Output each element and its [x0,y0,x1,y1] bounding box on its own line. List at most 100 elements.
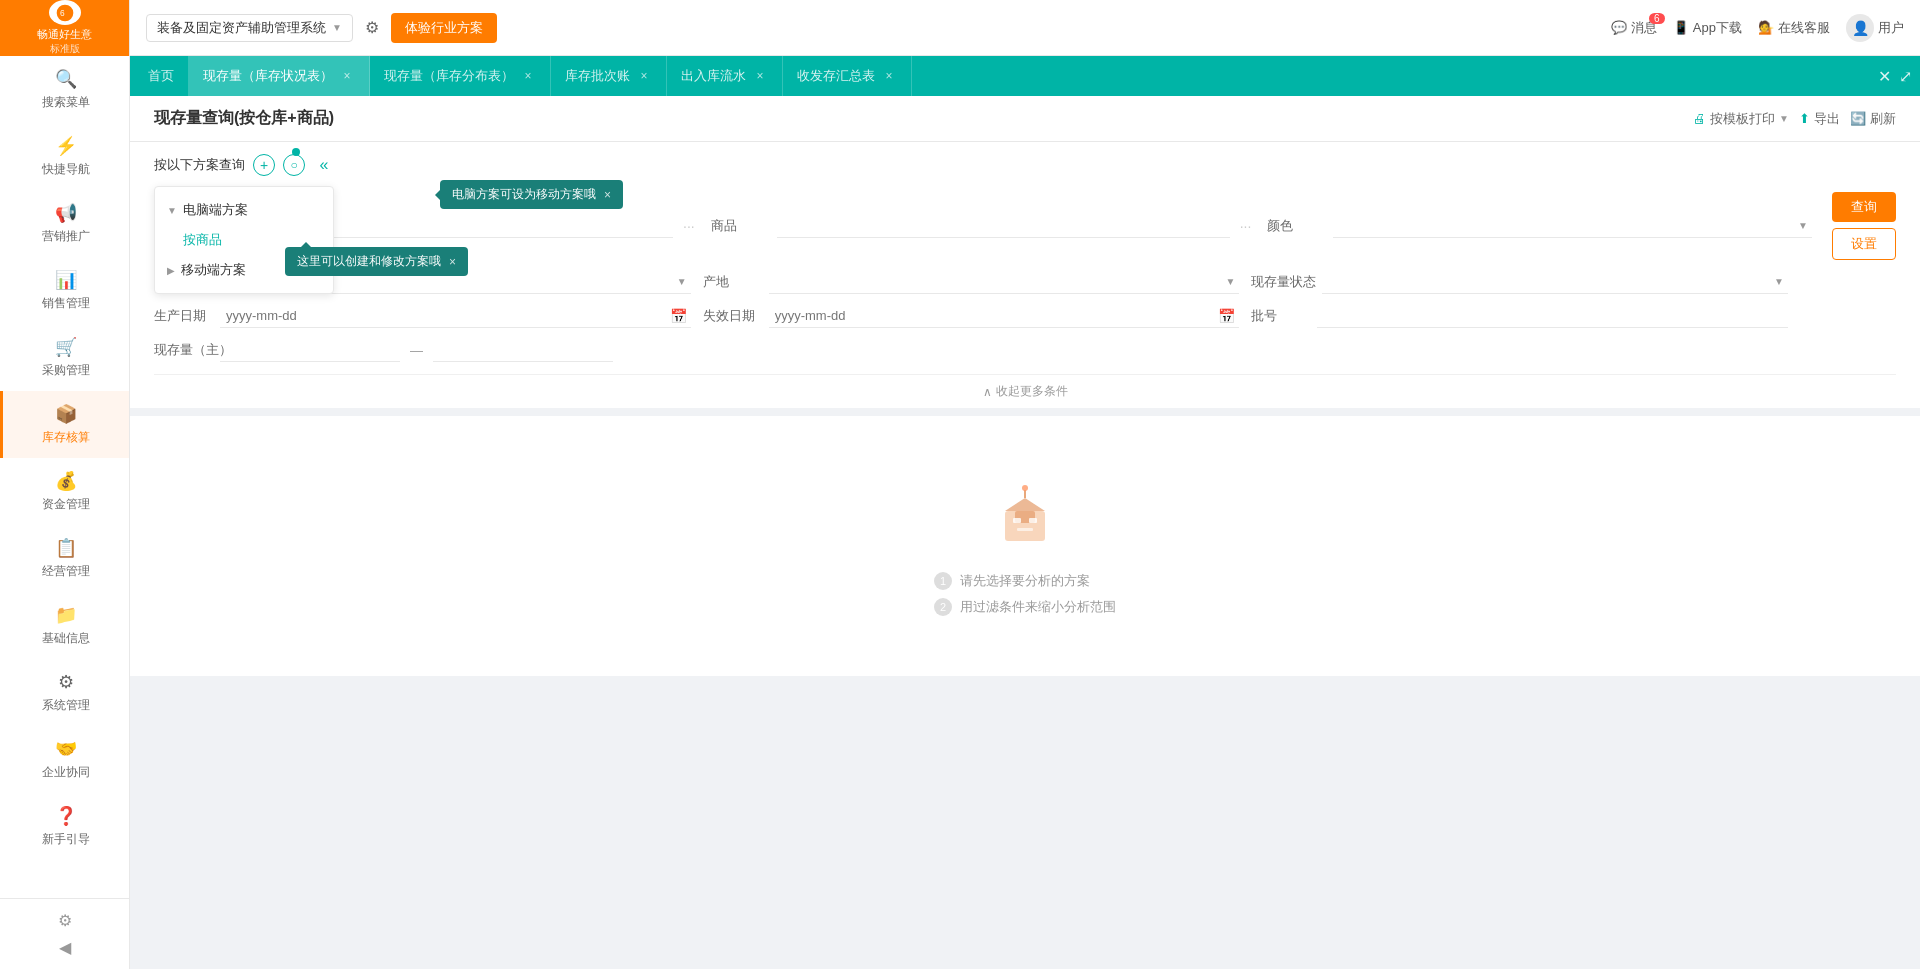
filter-back-btn[interactable]: « [313,154,335,176]
search-btn[interactable]: 查询 [1832,192,1896,222]
stock-status-label: 现存量状态 [1251,273,1316,291]
guide-icon: ❓ [55,805,77,827]
tab-inventory-distribution-label: 现存量（库存分布表） [384,67,514,85]
fullscreen-icon[interactable]: ⤢ [1899,67,1912,86]
header-settings-btn[interactable]: ⚙ [365,18,379,37]
color-select[interactable] [1333,214,1812,237]
filter-field-color: 颜色 ▼ [1267,214,1812,238]
refresh-btn[interactable]: 🔄 刷新 [1850,110,1896,128]
scheme-tooltip-text: 电脑方案可设为移动方案哦 [452,186,596,203]
batch-no-input[interactable] [1317,304,1788,328]
origin-select[interactable] [769,270,1240,293]
logo-icon: 6 [49,0,81,25]
filter-field-origin: 产地 ▼ [703,270,1240,294]
online-service-icon: 💁 [1758,20,1774,35]
warehouse-dots-icon[interactable]: ··· [679,218,699,234]
sidebar-collapse-btn[interactable]: ◀ [59,938,71,957]
scheme-tooltip-close-icon[interactable]: × [604,188,611,202]
svg-text:6: 6 [60,8,65,18]
sidebar-item-purchase[interactable]: 🛒 采购管理 [0,324,129,391]
sidebar-item-asset[interactable]: 💰 资金管理 [0,458,129,525]
filter-row-3: 生产日期 📅 失效日期 📅 批号 [154,304,1896,328]
tab-inventory-distribution-close-icon[interactable]: × [520,68,536,84]
user-avatar: 👤 [1846,14,1874,42]
sidebar-item-basic-label: 基础信息 [42,630,90,647]
sidebar-item-sales[interactable]: 📊 销售管理 [0,257,129,324]
sidebar-item-system[interactable]: ⚙ 系统管理 [0,659,129,726]
stock-qty-separator: — [406,343,427,358]
product-input[interactable] [777,214,1230,238]
tab-batch-account[interactable]: 库存批次账 × [551,56,667,96]
asset-icon: 💰 [55,470,77,492]
message-btn[interactable]: 💬 消息 6 [1611,19,1657,37]
product-dots-icon[interactable]: ··· [1236,218,1256,234]
color-label: 颜色 [1267,217,1327,235]
filter-add-btn[interactable]: + [253,154,275,176]
search-btn-group: 查询 设置 [1832,192,1896,260]
empty-steps: 1 请先选择要分析的方案 2 用过滤条件来缩小分析范围 [934,572,1116,616]
tab-home[interactable]: 首页 [138,56,189,96]
collapse-bar[interactable]: ∧ 收起更多条件 [154,374,1896,408]
production-date-start-cal-icon[interactable]: 📅 [670,308,687,324]
tabs-actions: ✕ ⤢ [1878,67,1912,86]
tab-receive-summary[interactable]: 收发存汇总表 × [783,56,912,96]
filter-edit-btn[interactable]: ○ [283,154,305,176]
sidebar-item-inventory[interactable]: 📦 库存核算 [0,391,129,458]
edit-tooltip-text: 这里可以创建和修改方案哦 [297,253,441,270]
marketing-icon: 📢 [55,202,77,224]
edit-tooltip-close-icon[interactable]: × [449,255,456,269]
tab-inventory-status[interactable]: 现存量（库存状况表） × [189,56,370,96]
sidebar-settings-btn[interactable]: ⚙ [58,911,72,930]
add-icon: + [260,157,268,173]
expiry-date-start-input[interactable] [769,304,1240,327]
close-all-tabs-icon[interactable]: ✕ [1878,67,1891,86]
production-date-start-input[interactable] [220,304,691,327]
basic-icon: 📁 [55,604,77,626]
footer-settings-icon: ⚙ [58,911,72,930]
app-selector[interactable]: 装备及固定资产辅助管理系统 ▼ [146,14,353,42]
sidebar-item-guide[interactable]: ❓ 新手引导 [0,793,129,860]
tab-receive-summary-close-icon[interactable]: × [881,68,897,84]
tab-batch-account-close-icon[interactable]: × [636,68,652,84]
settings-gear-icon: ⚙ [365,19,379,36]
template-print-label: 按模板打印 [1710,110,1775,128]
sidebar-footer: ⚙ ◀ [0,898,129,969]
expiry-date-start-cal-icon[interactable]: 📅 [1218,308,1235,324]
avatar-icon: 👤 [1852,20,1869,36]
sidebar-item-quick-nav[interactable]: ⚡ 快捷导航 [0,123,129,190]
experience-btn[interactable]: 体验行业方案 [391,13,497,43]
reset-btn[interactable]: 设置 [1832,228,1896,260]
empty-state: 1 请先选择要分析的方案 2 用过滤条件来缩小分析范围 [130,416,1920,676]
filter-field-product: 商品 ··· [711,214,1256,238]
tab-in-out-flow[interactable]: 出入库流水 × [667,56,783,96]
sidebar-nav: 🔍 搜索菜单 ⚡ 快捷导航 📢 营销推广 📊 销售管理 🛒 采购管理 📦 库存核… [0,56,129,898]
tab-inventory-distribution[interactable]: 现存量（库存分布表） × [370,56,551,96]
filter-area: 按以下方案查询 + ○ « 电脑方案可设为移动方案哦 × [130,142,1920,408]
sidebar-item-operation[interactable]: 📋 经营管理 [0,525,129,592]
online-service-btn[interactable]: 💁 在线客服 [1758,19,1830,37]
batch-no-label: 批号 [1251,307,1311,325]
enterprise-icon: 🤝 [55,738,77,760]
message-icon: 💬 [1611,20,1627,35]
sidebar-item-basic[interactable]: 📁 基础信息 [0,592,129,659]
filter-header: 按以下方案查询 + ○ « [154,154,1896,176]
sidebar-item-marketing-label: 营销推广 [42,228,90,245]
user-btn[interactable]: 👤 用户 [1846,14,1904,42]
tab-home-label: 首页 [148,67,174,85]
scheme-tree-pc[interactable]: ▼ 电脑端方案 [155,195,333,225]
template-print-btn[interactable]: 🖨 按模板打印 ▼ [1693,110,1789,128]
stock-qty-label: 现存量（主） [154,341,214,359]
export-btn[interactable]: ⬆ 导出 [1799,110,1840,128]
stock-qty-max-input[interactable] [433,338,613,362]
svg-rect-5 [1013,518,1021,523]
tab-in-out-flow-close-icon[interactable]: × [752,68,768,84]
sidebar-item-marketing[interactable]: 📢 营销推广 [0,190,129,257]
refresh-label: 刷新 [1870,110,1896,128]
app-download-btn[interactable]: 📱 App下载 [1673,19,1742,37]
tab-inventory-status-close-icon[interactable]: × [339,68,355,84]
stock-status-select[interactable] [1322,270,1788,293]
app-selector-chevron-icon: ▼ [332,22,342,33]
stock-qty-min-input[interactable] [220,338,400,362]
sidebar-item-enterprise[interactable]: 🤝 企业协同 [0,726,129,793]
sidebar-item-search[interactable]: 🔍 搜索菜单 [0,56,129,123]
